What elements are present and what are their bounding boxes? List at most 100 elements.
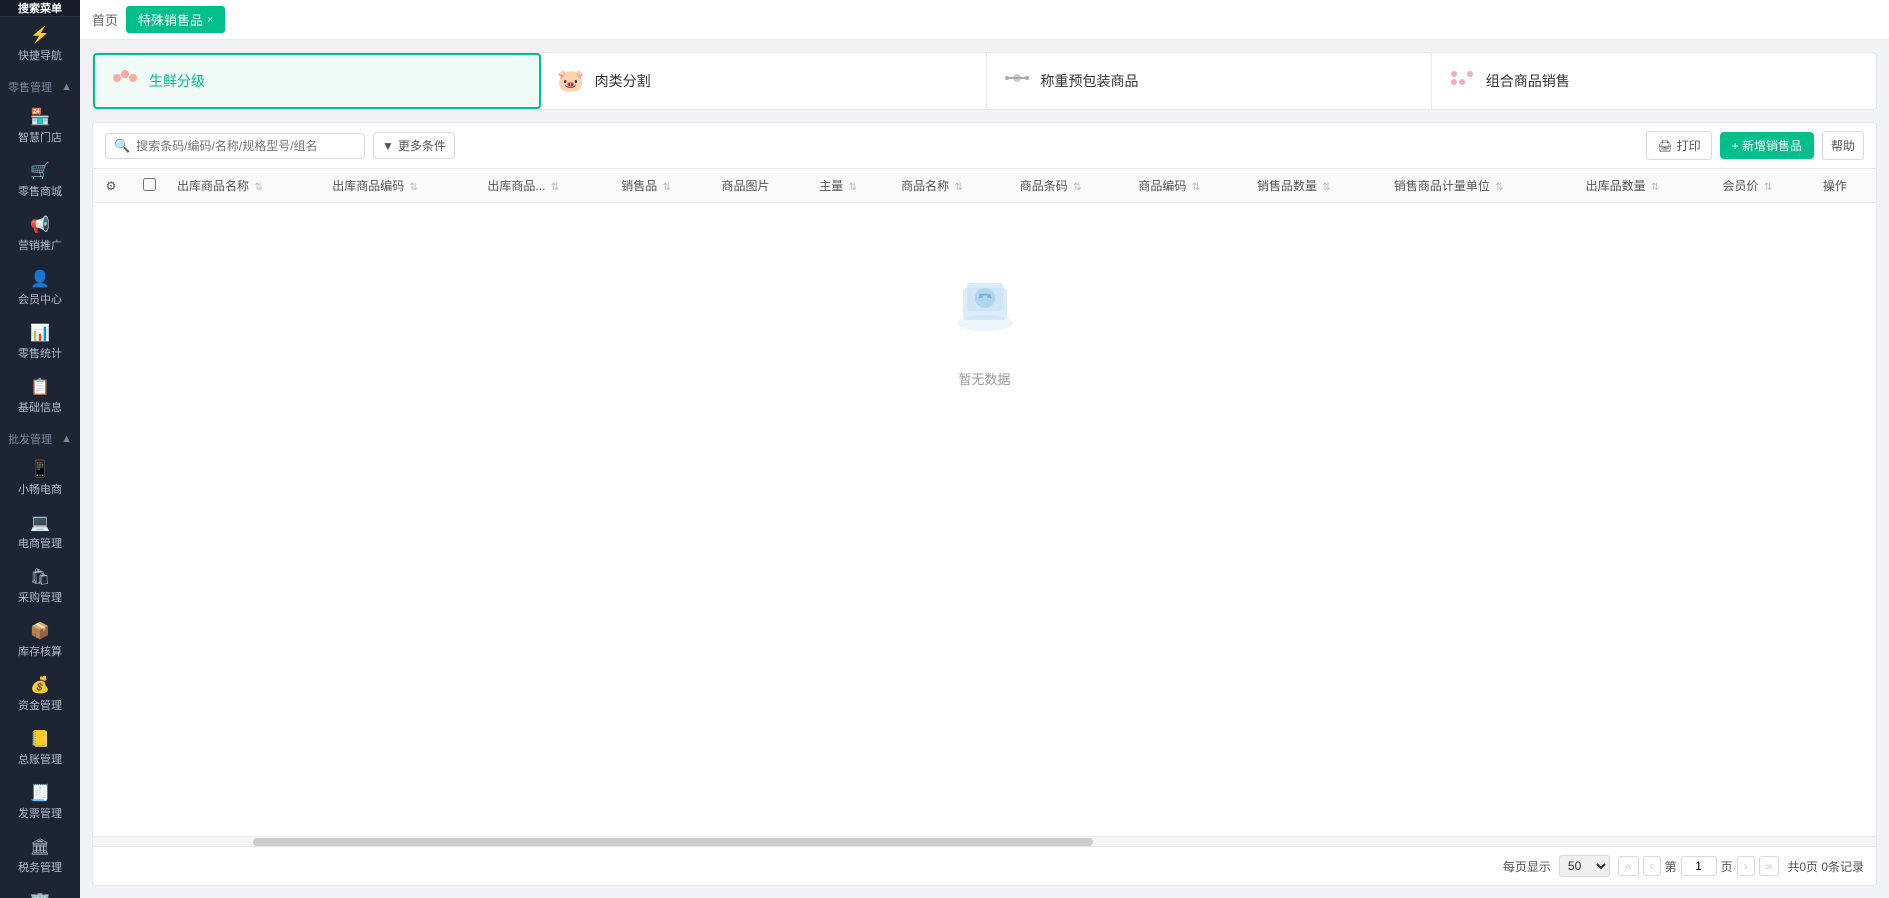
empty-icon xyxy=(945,263,1025,357)
pagination: 每页显示 10 20 50 100 « ‹ 第 页 › » 共0页 0条记录 xyxy=(93,846,1876,885)
page-label: 页 xyxy=(1721,858,1733,875)
weigh-pack-label: 称重预包装商品 xyxy=(1041,71,1139,91)
tab-cards: 生鲜分级 🐷 肉类分割 称重预包装商品 xyxy=(92,52,1877,110)
mini-app-icon: 📱 xyxy=(30,459,50,479)
retail-stats-icon: 📊 xyxy=(30,323,50,343)
sidebar-item-tax[interactable]: 🏛 税务管理 xyxy=(0,829,80,883)
combo-sales-icon xyxy=(1448,67,1476,95)
smart-store-icon: 🏪 xyxy=(30,107,50,127)
new-sales-button[interactable]: + 新增销售品 xyxy=(1720,132,1814,159)
page-size-select[interactable]: 10 20 50 100 xyxy=(1559,855,1610,877)
quicknav-icon: ⚡ xyxy=(30,25,50,45)
print-button[interactable]: 🖨 打印 xyxy=(1646,131,1711,160)
col-image: 商品图片 xyxy=(714,169,812,203)
select-all-checkbox[interactable] xyxy=(143,178,156,191)
fresh-grade-icon xyxy=(111,67,139,95)
col-checkbox[interactable] xyxy=(129,169,169,203)
col-member-price[interactable]: 会员价 ⇅ xyxy=(1715,169,1815,203)
col-out-code[interactable]: 出库商品编码 ⇅ xyxy=(324,169,479,203)
sidebar-item-ecommerce[interactable]: 💻 电商管理 xyxy=(0,505,80,559)
empty-state: 暂无数据 xyxy=(93,203,1876,448)
retail-mall-icon: 🛒 xyxy=(30,161,50,181)
sidebar-item-purchase[interactable]: 🛍 采购管理 xyxy=(0,559,80,613)
scroll-bar-thumb[interactable] xyxy=(253,838,1093,846)
marketing-icon: 📢 xyxy=(30,215,50,235)
empty-text: 暂无数据 xyxy=(958,369,1010,388)
combo-sales-label: 组合商品销售 xyxy=(1486,71,1570,91)
tab-combo-sales[interactable]: 组合商品销售 xyxy=(1432,53,1876,109)
content-area: 生鲜分级 🐷 肉类分割 称重预包装商品 xyxy=(80,40,1889,898)
col-out-qty[interactable]: 出库品数量 ⇅ xyxy=(1578,169,1715,203)
sidebar-section-retail[interactable]: 零售管理 ▲ xyxy=(0,75,80,99)
col-settings[interactable]: ⚙ xyxy=(93,169,129,203)
finance-icon: 💰 xyxy=(30,675,50,695)
table-header-row: ⚙ 出库商品名称 ⇅ 出库商品编码 ⇅ 出库商品... ⇅ 销售品 ⇅ 商品图片… xyxy=(93,169,1876,203)
col-goods-code[interactable]: 商品编码 ⇅ xyxy=(1130,169,1249,203)
sidebar-item-quicknav[interactable]: ⚡ 快捷导航 xyxy=(0,17,80,71)
purchase-icon: 🛍 xyxy=(30,567,50,587)
col-actions: 操作 xyxy=(1815,169,1876,203)
col-out-name[interactable]: 出库商品名称 ⇅ xyxy=(169,169,324,203)
basic-info-icon: 📋 xyxy=(30,377,50,397)
tab-fresh-grade[interactable]: 生鲜分级 xyxy=(93,53,541,109)
print-icon: 🖨 xyxy=(1657,139,1672,153)
col-goods-barcode[interactable]: 商品条码 ⇅ xyxy=(1012,169,1131,203)
tax-icon: 🏛 xyxy=(30,837,50,857)
col-sales-qty[interactable]: 销售品数量 ⇅ xyxy=(1249,169,1386,203)
help-button[interactable]: 帮助 xyxy=(1822,131,1864,160)
sidebar-item-ledger[interactable]: 📒 总账管理 xyxy=(0,721,80,775)
home-tab[interactable]: 首页 xyxy=(92,10,118,29)
sidebar-item-assets[interactable]: 🏢 固定资产 xyxy=(0,883,80,898)
col-sales[interactable]: 销售品 ⇅ xyxy=(613,169,713,203)
sidebar-section-wholesale[interactable]: 批发管理 ▲ xyxy=(0,427,80,451)
search-input[interactable] xyxy=(136,139,336,153)
sidebar-item-marketing[interactable]: 📢 营销推广 xyxy=(0,207,80,261)
toolbar-right: 🖨 打印 + 新增销售品 帮助 xyxy=(1646,131,1864,160)
col-sales-unit[interactable]: 销售商品计量单位 ⇅ xyxy=(1386,169,1578,203)
active-tab[interactable]: 特殊销售品 × xyxy=(126,6,225,33)
sidebar-item-retail-stats[interactable]: 📊 零售统计 xyxy=(0,315,80,369)
total-text: 共0页 0条记录 xyxy=(1787,858,1864,875)
filter-button[interactable]: ▼ 更多条件 xyxy=(373,132,455,159)
sidebar-item-retail-mall[interactable]: 🛒 零售商城 xyxy=(0,153,80,207)
assets-icon: 🏢 xyxy=(30,891,50,898)
sidebar-item-member[interactable]: 👤 会员中心 xyxy=(0,261,80,315)
sidebar-item-mini-app[interactable]: 📱 小畅电商 xyxy=(0,451,80,505)
col-weight[interactable]: 主量 ⇅ xyxy=(811,169,893,203)
search-icon: 🔍 xyxy=(114,138,130,154)
filter-icon: ▼ xyxy=(382,139,394,153)
page-input[interactable] xyxy=(1681,856,1717,876)
sidebar-item-finance[interactable]: 💰 资金管理 xyxy=(0,667,80,721)
data-table: ⚙ 出库商品名称 ⇅ 出库商品编码 ⇅ 出库商品... ⇅ 销售品 ⇅ 商品图片… xyxy=(93,169,1876,836)
ecommerce-icon: 💻 xyxy=(30,513,50,533)
member-icon: 👤 xyxy=(30,269,50,289)
sidebar-item-basic-info[interactable]: 📋 基础信息 xyxy=(0,369,80,423)
sidebar-item-smart-store[interactable]: 🏪 智慧门店 xyxy=(0,99,80,153)
meat-cut-icon: 🐷 xyxy=(557,68,584,94)
tab-meat-cut[interactable]: 🐷 肉类分割 xyxy=(541,53,986,109)
next-page-button[interactable]: › xyxy=(1737,856,1755,876)
col-goods-name[interactable]: 商品名称 ⇅ xyxy=(893,169,1012,203)
scroll-bar-area[interactable] xyxy=(93,836,1876,846)
meat-cut-label: 肉类分割 xyxy=(595,71,651,91)
col-out-spec[interactable]: 出库商品... ⇅ xyxy=(479,169,613,203)
last-page-button[interactable]: » xyxy=(1759,856,1780,876)
table-area: 🔍 ▼ 更多条件 🖨 打印 + 新增销售品 帮助 xyxy=(92,122,1877,886)
prev-page-button[interactable]: ‹ xyxy=(1643,856,1661,876)
topbar: 首页 特殊销售品 × xyxy=(80,0,1889,40)
sidebar-search[interactable]: 搜索菜单 xyxy=(0,0,80,17)
page-size-label: 每页显示 xyxy=(1503,858,1551,875)
inventory-icon: 📦 xyxy=(30,621,50,641)
invoice-icon: 🧾 xyxy=(30,783,50,803)
table: ⚙ 出库商品名称 ⇅ 出库商品编码 ⇅ 出库商品... ⇅ 销售品 ⇅ 商品图片… xyxy=(93,169,1876,203)
sidebar-item-invoice[interactable]: 🧾 发票管理 xyxy=(0,775,80,829)
main-area: 首页 特殊销售品 × 生鲜分级 🐷 xyxy=(80,0,1889,898)
first-page-button[interactable]: « xyxy=(1618,856,1639,876)
tab-weigh-pack[interactable]: 称重预包装商品 xyxy=(987,53,1432,109)
close-tab-icon[interactable]: × xyxy=(207,14,213,26)
weigh-pack-icon xyxy=(1003,67,1031,95)
search-box[interactable]: 🔍 xyxy=(105,133,365,159)
sidebar: 搜索菜单 ⚡ 快捷导航 零售管理 ▲ 🏪 智慧门店 🛒 零售商城 📢 营销推广 … xyxy=(0,0,80,898)
page-label-before: 第 xyxy=(1665,858,1677,875)
sidebar-item-inventory[interactable]: 📦 库存核算 xyxy=(0,613,80,667)
